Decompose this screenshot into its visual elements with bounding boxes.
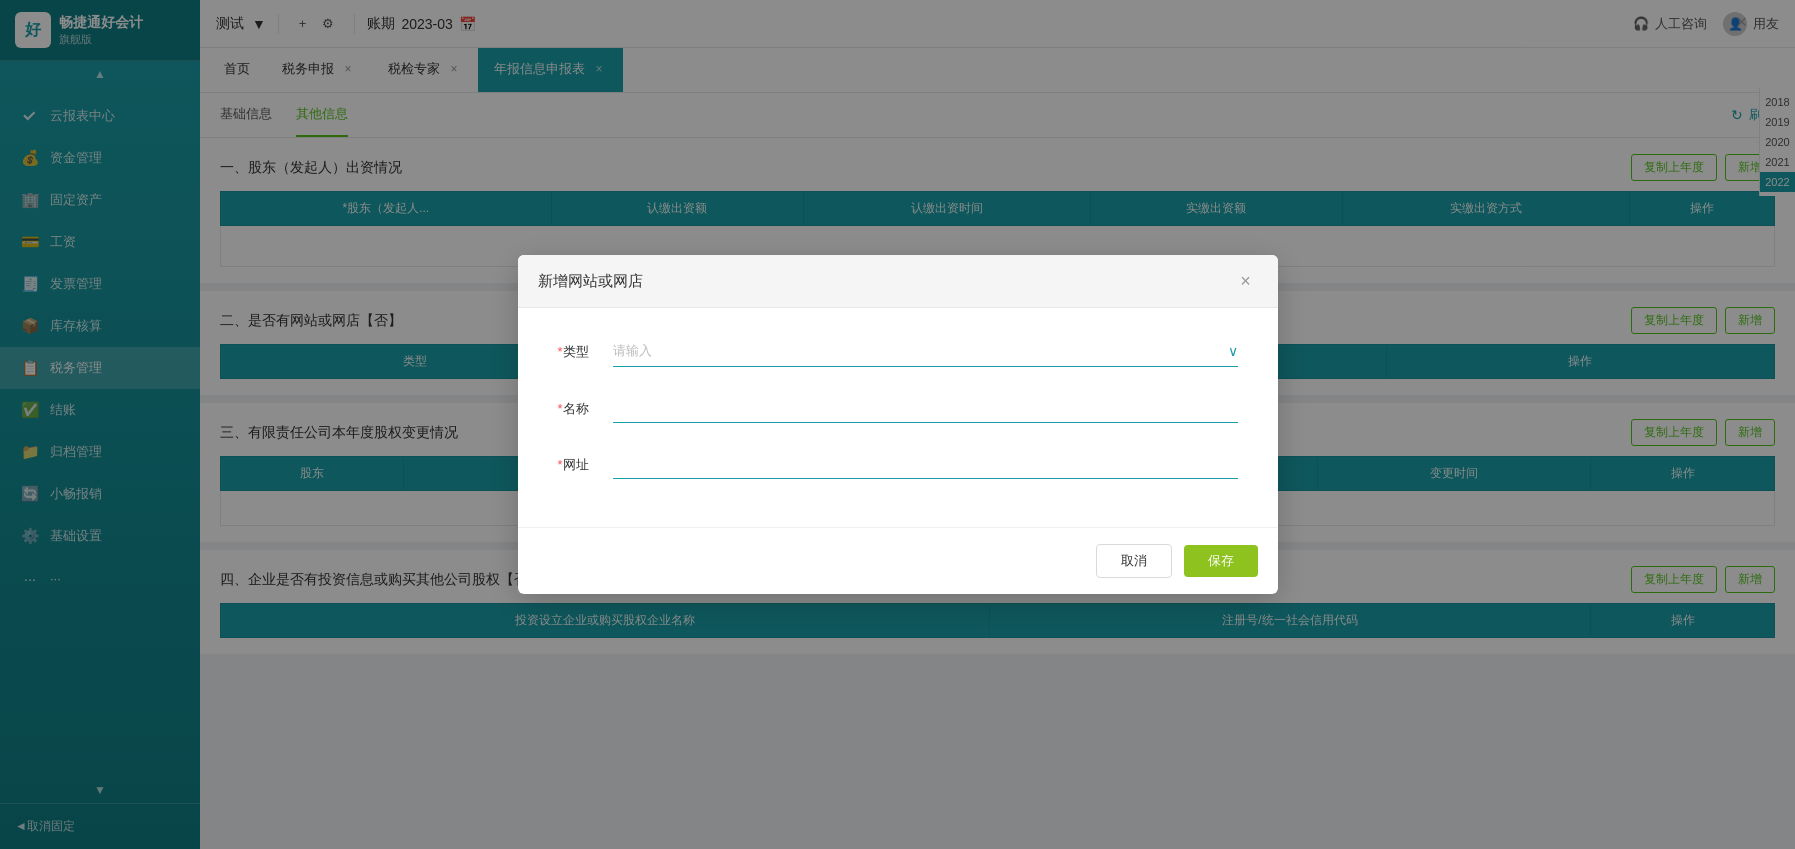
form-row-url: *网址 [558,451,1238,479]
dialog-overlay[interactable]: 新增网站或网店 × *类型 请输入 ∨ [0,0,1795,849]
form-row-name: *名称 [558,395,1238,423]
cancel-button[interactable]: 取消 [1096,544,1172,578]
form-item-url: *网址 [558,451,1238,479]
url-input-wrap [613,451,1238,479]
name-input-wrap [613,395,1238,423]
add-website-dialog: 新增网站或网店 × *类型 请输入 ∨ [518,255,1278,594]
dialog-body: *类型 请输入 ∨ *名称 [518,308,1278,527]
form-item-type: *类型 请输入 ∨ [558,336,1238,367]
type-select-inner[interactable]: 请输入 ∨ [613,336,1238,366]
type-select[interactable]: 请输入 ∨ [613,336,1238,367]
dialog-header: 新增网站或网店 × [518,255,1278,308]
form-row-type: *类型 请输入 ∨ [558,336,1238,367]
type-label: *类型 [558,343,589,361]
dialog-footer: 取消 保存 [518,527,1278,594]
name-input[interactable] [613,395,1238,423]
url-input[interactable] [613,451,1238,479]
dialog-title: 新增网站或网店 [538,272,643,291]
chevron-down-icon: ∨ [1228,343,1238,359]
name-label: *名称 [558,400,589,418]
dialog-close-btn[interactable]: × [1234,269,1258,293]
type-placeholder: 请输入 [613,342,652,360]
url-label: *网址 [558,456,589,474]
save-button[interactable]: 保存 [1184,545,1258,577]
form-item-name: *名称 [558,395,1238,423]
